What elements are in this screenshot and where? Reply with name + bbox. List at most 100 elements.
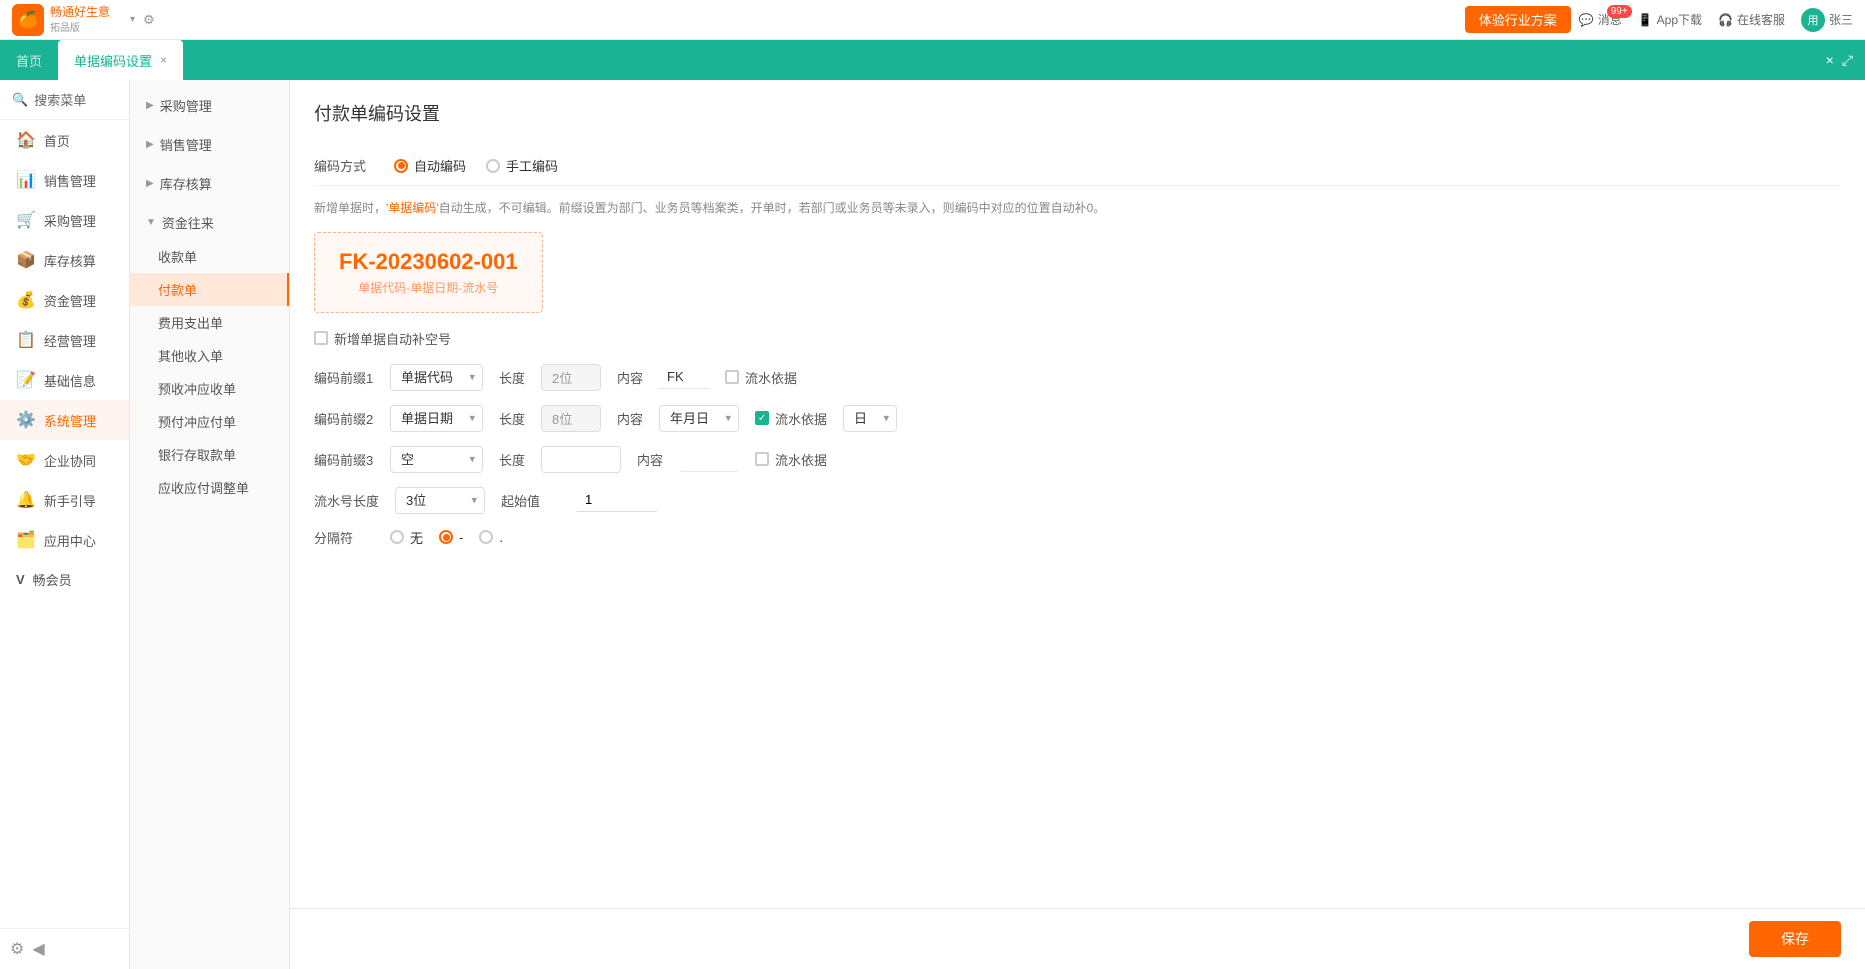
example-code: FK-20230602-001: [339, 249, 518, 275]
sidebar-item-vip[interactable]: V 畅会员: [0, 560, 129, 599]
sidebar-item-purchase-label: 采购管理: [44, 211, 96, 230]
sec-item-pre-payment-label: 预付冲应付单: [158, 415, 236, 430]
sidebar-item-operations[interactable]: 📋 经营管理: [0, 320, 129, 360]
purchase-icon: 🛒: [16, 210, 36, 230]
sidebar-item-finance[interactable]: 💰 资金管理: [0, 280, 129, 320]
system-icon: ⚙️: [16, 410, 36, 430]
encoding-method-label: 编码方式: [314, 156, 366, 175]
prefix1-stream-label: 流水依据: [745, 368, 797, 387]
tab-encoding-settings[interactable]: 单据编码设置 ×: [58, 40, 183, 80]
settings-bottom-icon[interactable]: ⚙: [10, 939, 24, 959]
prefix1-stream-checkbox[interactable]: [725, 370, 739, 384]
prefix3-length-label: 长度: [499, 450, 525, 469]
sec-item-pre-receipt-label: 预收冲应收单: [158, 382, 236, 397]
message-icon: 💬: [1579, 13, 1594, 27]
sidebar-item-system-label: 系统管理: [44, 411, 96, 430]
sec-item-payment-label: 付款单: [158, 283, 197, 298]
sidebar-item-inventory[interactable]: 📦 库存核算: [0, 240, 129, 280]
separator-none-label: 无: [410, 528, 423, 547]
sidebar-item-operations-label: 经营管理: [44, 331, 96, 350]
sec-group-inventory-header[interactable]: ▶ 库存核算: [130, 166, 289, 201]
nav-arrow-icon[interactable]: ▾: [130, 14, 135, 25]
sidebar-item-vip-label: 畅会员: [33, 570, 72, 589]
sidebar-item-collab-label: 企业协同: [44, 451, 96, 470]
topbar-actions: 💬 消息 99+ 📱 App下载 🎧 在线客服 用 张三: [1579, 8, 1853, 32]
sec-group-funds-header[interactable]: ▼ 资金往来: [130, 205, 289, 240]
prefix3-select-wrapper: 单据代码 单据日期 空: [390, 446, 483, 473]
prefix2-unit-select[interactable]: 日 月 年: [843, 405, 897, 432]
sec-item-payment[interactable]: 付款单: [130, 273, 289, 306]
sidebar-item-home[interactable]: 🏠 首页: [0, 120, 129, 160]
sec-item-expense[interactable]: 费用支出单: [130, 306, 289, 339]
tab-close-icon[interactable]: ×: [160, 53, 167, 67]
auto-encoding-radio[interactable]: [394, 159, 408, 173]
sec-group-sales-header[interactable]: ▶ 销售管理: [130, 127, 289, 162]
prefix3-stream-check[interactable]: 流水依据: [755, 450, 827, 469]
serial-select[interactable]: 2位 3位 4位: [395, 487, 485, 514]
sidebar-item-system[interactable]: ⚙️ 系统管理: [0, 400, 129, 440]
chevron-right-icon: ▶: [146, 100, 154, 111]
sidebar-item-basic-info[interactable]: 📝 基础信息: [0, 360, 129, 400]
separator-dot-radio[interactable]: [479, 530, 493, 544]
sidebar-item-guide[interactable]: 🔔 新手引导: [0, 480, 129, 520]
sec-item-other-income-label: 其他收入单: [158, 349, 223, 364]
collapse-icon[interactable]: ◀: [32, 939, 44, 959]
separator-dash-option[interactable]: -: [439, 530, 463, 545]
prefix2-content-select[interactable]: 年月日 年月 年: [659, 405, 739, 432]
prefix2-select[interactable]: 单据代码 单据日期 空: [390, 405, 483, 432]
chevron-right-icon-3: ▶: [146, 178, 154, 189]
logo-text-container: 畅通好生意 拓品版: [50, 5, 110, 34]
prefix1-content-value: FK: [659, 365, 709, 389]
operations-icon: 📋: [16, 330, 36, 350]
separator-none-option[interactable]: 无: [390, 528, 423, 547]
page-footer: 保存: [290, 908, 1865, 969]
prefix2-stream-checkbox[interactable]: ✓: [755, 411, 769, 425]
sec-item-adjustment[interactable]: 应收应付调整单: [130, 471, 289, 504]
trial-button[interactable]: 体验行业方案: [1465, 6, 1571, 33]
nav-sidebar: 🔍 搜索菜单 🏠 首页 📊 销售管理 🛒 采购管理 📦 库存核算 💰 资金管理 …: [0, 80, 130, 969]
tabbar-close-icon[interactable]: ×: [1826, 52, 1834, 68]
sidebar-item-sales[interactable]: 📊 销售管理: [0, 160, 129, 200]
topbar: 🍊 畅通好生意 拓品版 ▾ ⚙ 体验行业方案 💬 消息 99+ 📱 App下载 …: [0, 0, 1865, 40]
user-action[interactable]: 用 张三: [1801, 8, 1853, 32]
search-icon: 🔍: [12, 92, 28, 108]
online-service-action[interactable]: 🎧 在线客服: [1718, 11, 1785, 28]
sidebar-item-collab[interactable]: 🤝 企业协同: [0, 440, 129, 480]
sec-item-pre-payment[interactable]: 预付冲应付单: [130, 405, 289, 438]
prefix3-row: 编码前缀3 单据代码 单据日期 空 长度 内容 流水依据: [314, 446, 1841, 473]
sec-group-purchase-header[interactable]: ▶ 采购管理: [130, 88, 289, 123]
settings-icon[interactable]: ⚙: [143, 12, 155, 28]
tab-home[interactable]: 首页: [0, 40, 58, 80]
tabbar-expand-icon[interactable]: ⤢: [1842, 52, 1853, 69]
sec-item-receipt[interactable]: 收款单: [130, 240, 289, 273]
auto-encoding-option[interactable]: 自动编码: [394, 156, 466, 175]
prefix3-stream-checkbox[interactable]: [755, 452, 769, 466]
manual-encoding-label: 手工编码: [506, 156, 558, 175]
save-button[interactable]: 保存: [1749, 921, 1841, 957]
separator-dash-radio[interactable]: [439, 530, 453, 544]
serial-start-input[interactable]: [577, 488, 657, 512]
auto-fill-row[interactable]: 新增单据自动补空号: [314, 329, 1841, 348]
prefix1-stream-check[interactable]: 流水依据: [725, 368, 797, 387]
prefix1-row: 编码前缀1 单据代码 单据日期 空 长度 内容 FK 流水依据: [314, 364, 1841, 391]
sec-item-pre-receipt[interactable]: 预收冲应收单: [130, 372, 289, 405]
message-action[interactable]: 💬 消息 99+: [1579, 11, 1622, 28]
auto-fill-checkbox[interactable]: [314, 331, 328, 345]
prefix1-select[interactable]: 单据代码 单据日期 空: [390, 364, 483, 391]
prefix2-stream-check[interactable]: ✓ 流水依据: [755, 409, 827, 428]
manual-encoding-radio[interactable]: [486, 159, 500, 173]
prefix3-select[interactable]: 单据代码 单据日期 空: [390, 446, 483, 473]
manual-encoding-option[interactable]: 手工编码: [486, 156, 558, 175]
separator-dot-label: .: [499, 530, 503, 545]
prefix3-content-label: 内容: [637, 450, 663, 469]
sidebar-item-purchase[interactable]: 🛒 采购管理: [0, 200, 129, 240]
separator-dot-option[interactable]: .: [479, 530, 503, 545]
sidebar-item-apps[interactable]: 🗂️ 应用中心: [0, 520, 129, 560]
sec-item-other-income[interactable]: 其他收入单: [130, 339, 289, 372]
search-menu[interactable]: 🔍 搜索菜单: [0, 80, 129, 120]
app-download-action[interactable]: 📱 App下载: [1638, 11, 1702, 28]
sec-item-bank[interactable]: 银行存取款单: [130, 438, 289, 471]
search-menu-label: 搜索菜单: [34, 90, 86, 109]
separator-none-radio[interactable]: [390, 530, 404, 544]
app-icon: 📱: [1638, 13, 1653, 27]
